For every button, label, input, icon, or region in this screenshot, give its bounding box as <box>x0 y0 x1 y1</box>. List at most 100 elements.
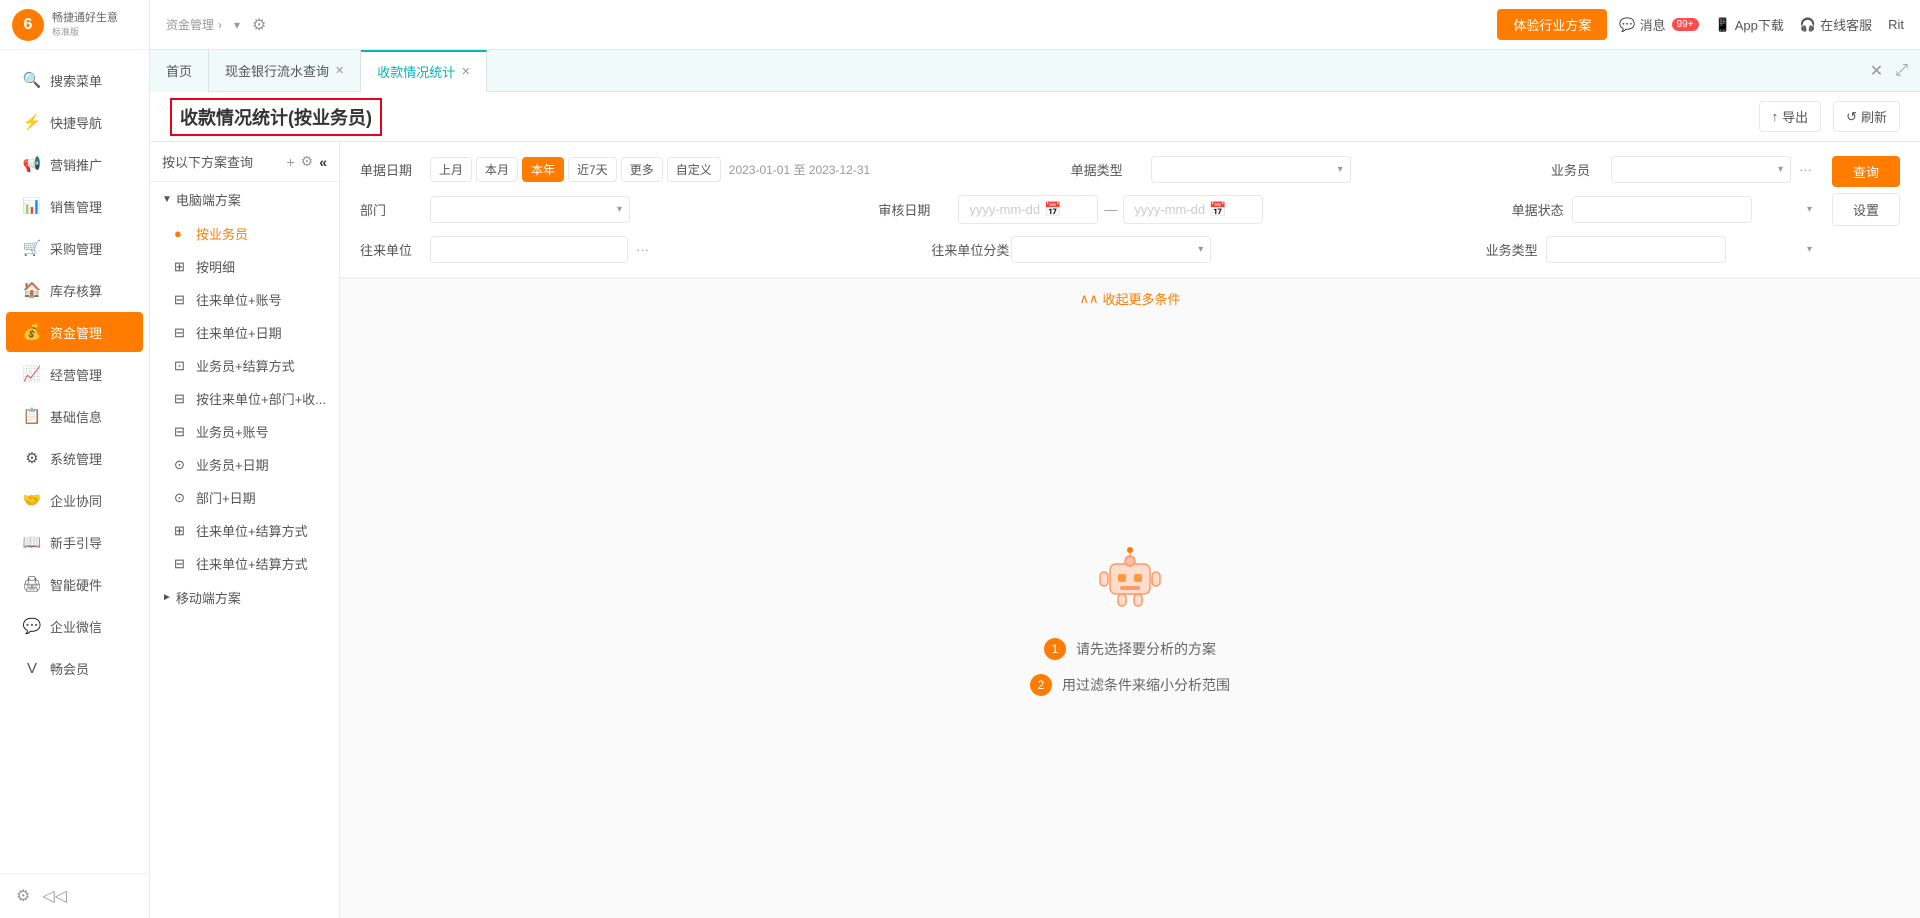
business-type-select[interactable] <box>1546 236 1726 263</box>
cal-icon-end: 📅 <box>1209 201 1226 218</box>
tab-home[interactable]: 首页 <box>150 50 209 92</box>
salesperson-more[interactable]: ··· <box>1799 162 1812 177</box>
sidebar-item-marketing[interactable]: 📢营销推广 <box>6 144 143 184</box>
smart-hw-icon: 🖨 <box>22 574 42 594</box>
step-1-text: 请先选择要分析的方案 <box>1076 639 1216 659</box>
doc-status-select[interactable] <box>1572 196 1752 223</box>
counterpart-type-select[interactable] <box>1011 236 1211 263</box>
sidebar-item-operations[interactable]: 📈经营管理 <box>6 354 143 394</box>
search-menu-icon: 🔍 <box>22 70 42 90</box>
scheme-item-salesperson-account[interactable]: ⊟业务员+账号 <box>150 415 339 448</box>
sidebar-item-cooperation[interactable]: 🤝企业协同 <box>6 480 143 520</box>
collapse-bar[interactable]: ∧∧ 收起更多条件 <box>340 278 1920 318</box>
scheme-item-by-counterpart-dept[interactable]: ⊟按往来单位+部门+收... <box>150 382 339 415</box>
business-type-label: 业务类型 <box>1486 240 1546 259</box>
sidebar-nav: 🔍搜索菜单⚡快捷导航📢营销推广 📊 销售管理 🛒采购管理🏠库存核算 💰 资金管理 📈经营管理… <box>0 50 149 873</box>
sidebar-item-member[interactable]: V畅会员 <box>6 648 143 688</box>
sales-icon: 📊 <box>22 196 42 216</box>
scheme-item-by-detail[interactable]: ⊞按明细 <box>150 250 339 283</box>
scheme-item-label-by-detail: 按明细 <box>196 257 235 276</box>
scheme-item-dept-date[interactable]: ⊙部门+日期 <box>150 481 339 514</box>
content-area: 按以下方案查询 + ⚙ « ▼电脑端方案●按业务员⊞按明细⊟往来单位+账号⊟往来… <box>150 142 1920 918</box>
finance-icon: 💰 <box>22 322 42 342</box>
date-btn-近7天[interactable]: 近7天 <box>568 157 617 182</box>
query-btn[interactable]: 查询 <box>1832 156 1900 187</box>
scheme-item-counterpart-settlement1[interactable]: ⊞往来单位+结算方式 <box>150 514 339 547</box>
sidebar-item-purchase[interactable]: 🛒采购管理 <box>6 228 143 268</box>
sidebar-item-guide[interactable]: 📖新手引导 <box>6 522 143 562</box>
date-btn-自定义[interactable]: 自定义 <box>667 157 721 182</box>
scheme-add-btn[interactable]: + <box>286 154 294 170</box>
finance-label: 资金管理 <box>50 323 102 342</box>
messages-btn[interactable]: 💬 消息 99+ <box>1619 15 1698 34</box>
audit-date-start[interactable]: yyyy-mm-dd 📅 <box>958 195 1098 224</box>
scheme-item-icon-counterpart-date: ⊟ <box>174 325 190 341</box>
scheme-item-by-salesperson[interactable]: ●按业务员 <box>150 217 339 250</box>
system-label: 系统管理 <box>50 449 102 468</box>
date-btn-本月[interactable]: 本月 <box>476 157 518 182</box>
dept-select[interactable] <box>430 196 630 223</box>
online-service-btn[interactable]: 🎧 在线客服 <box>1800 15 1872 34</box>
scheme-collapse-btn[interactable]: « <box>319 154 327 170</box>
sidebar-item-wechat[interactable]: 💬企业微信 <box>6 606 143 646</box>
trial-industry-btn[interactable]: 体验行业方案 <box>1497 9 1607 40</box>
doc-status-label: 单据状态 <box>1512 200 1572 219</box>
page-header-actions: ↑ 导出 ↺ 刷新 <box>1759 101 1900 132</box>
sidebar: 6 畅捷通好生意 标准版 🔍搜索菜单⚡快捷导航📢营销推广📊销售管理🛒采购管理🏠库… <box>0 0 150 918</box>
sidebar-item-finance[interactable]: 💰 资金管理 <box>6 312 143 352</box>
sidebar-item-inventory[interactable]: 🏠库存核算 <box>6 270 143 310</box>
tab-close-bank-flow[interactable]: ✕ <box>335 64 344 77</box>
tab-collection-stats[interactable]: 收款情况统计✕ <box>361 50 487 92</box>
date-btn-更多[interactable]: 更多 <box>621 157 663 182</box>
sidebar-item-system[interactable]: ⚙系统管理 <box>6 438 143 478</box>
scheme-section-title-mobile[interactable]: ► 移动端方案 <box>150 580 339 615</box>
tab-bank-flow[interactable]: 现金银行流水查询✕ <box>209 50 361 92</box>
scheme-item-icon-salesperson-settlement: ⊡ <box>174 358 190 374</box>
salesperson-label: 业务员 <box>1551 160 1611 179</box>
salesperson-select[interactable] <box>1611 156 1791 183</box>
empty-state: 1 请先选择要分析的方案 2 用过滤条件来缩小分析范围 <box>340 318 1920 918</box>
section-label-mobile: 移动端方案 <box>176 588 241 607</box>
counterpart-more[interactable]: ··· <box>636 242 649 257</box>
doc-type-select[interactable] <box>1151 156 1351 183</box>
scheme-item-salesperson-settlement[interactable]: ⊡业务员+结算方式 <box>150 349 339 382</box>
scheme-settings-btn[interactable]: ⚙ <box>301 153 314 170</box>
user-profile[interactable]: Rit <box>1888 17 1904 32</box>
sidebar-item-smart-hw[interactable]: 🖨智能硬件 <box>6 564 143 604</box>
salesperson-select-wrapper: ▾ <box>1611 156 1791 183</box>
page-title: 收款情况统计(按业务员) <box>170 98 382 136</box>
date-btn-本年[interactable]: 本年 <box>522 157 564 182</box>
scheme-item-counterpart-account[interactable]: ⊟往来单位+账号 <box>150 283 339 316</box>
scheme-section-title-desktop[interactable]: ▼电脑端方案 <box>150 182 339 217</box>
scheme-item-counterpart-date[interactable]: ⊟往来单位+日期 <box>150 316 339 349</box>
sidebar-item-search-menu[interactable]: 🔍搜索菜单 <box>6 60 143 100</box>
tab-bar-expand-icon[interactable]: ⤢ <box>1895 62 1908 80</box>
scheme-item-counterpart-settlement2[interactable]: ⊟往来单位+结算方式 <box>150 547 339 580</box>
tab-close-collection-stats[interactable]: ✕ <box>461 65 470 78</box>
sidebar-item-quick-nav[interactable]: ⚡快捷导航 <box>6 102 143 142</box>
sidebar-item-sales[interactable]: 📊 销售管理 <box>6 186 143 226</box>
app-download-btn[interactable]: 📱 App下载 <box>1715 15 1784 34</box>
sidebar-item-basic-info[interactable]: 📋基础信息 <box>6 396 143 436</box>
audit-date-end[interactable]: yyyy-mm-dd 📅 <box>1123 195 1263 224</box>
refresh-btn[interactable]: ↺ 刷新 <box>1833 101 1900 132</box>
scheme-header-text: 按以下方案查询 <box>162 152 280 171</box>
audit-date-end-text: yyyy-mm-dd <box>1134 202 1205 217</box>
collapse-sidebar-icon[interactable]: ◁◁ <box>42 886 67 906</box>
refresh-label: 刷新 <box>1861 107 1887 126</box>
cooperation-icon: 🤝 <box>22 490 42 510</box>
filter-settings-btn[interactable]: 设置 <box>1832 193 1900 226</box>
breadcrumb-dropdown[interactable]: ▾ <box>234 18 240 32</box>
counterpart-input[interactable] <box>430 236 628 263</box>
tab-bar-close-icon[interactable]: ✕ <box>1870 61 1883 81</box>
sales-label: 销售管理 <box>50 197 102 216</box>
settings-footer-icon[interactable]: ⚙ <box>16 886 30 906</box>
date-btn-上月[interactable]: 上月 <box>430 157 472 182</box>
scheme-item-salesperson-date[interactable]: ⊙业务员+日期 <box>150 448 339 481</box>
topbar-settings-icon[interactable]: ⚙ <box>252 15 266 35</box>
export-btn[interactable]: ↑ 导出 <box>1759 101 1822 132</box>
arrow-mobile: ► <box>162 592 172 603</box>
page-header: 收款情况统计(按业务员) ↑ 导出 ↺ 刷新 <box>150 92 1920 142</box>
marketing-label: 营销推广 <box>50 155 102 174</box>
member-label: 畅会员 <box>50 659 89 678</box>
